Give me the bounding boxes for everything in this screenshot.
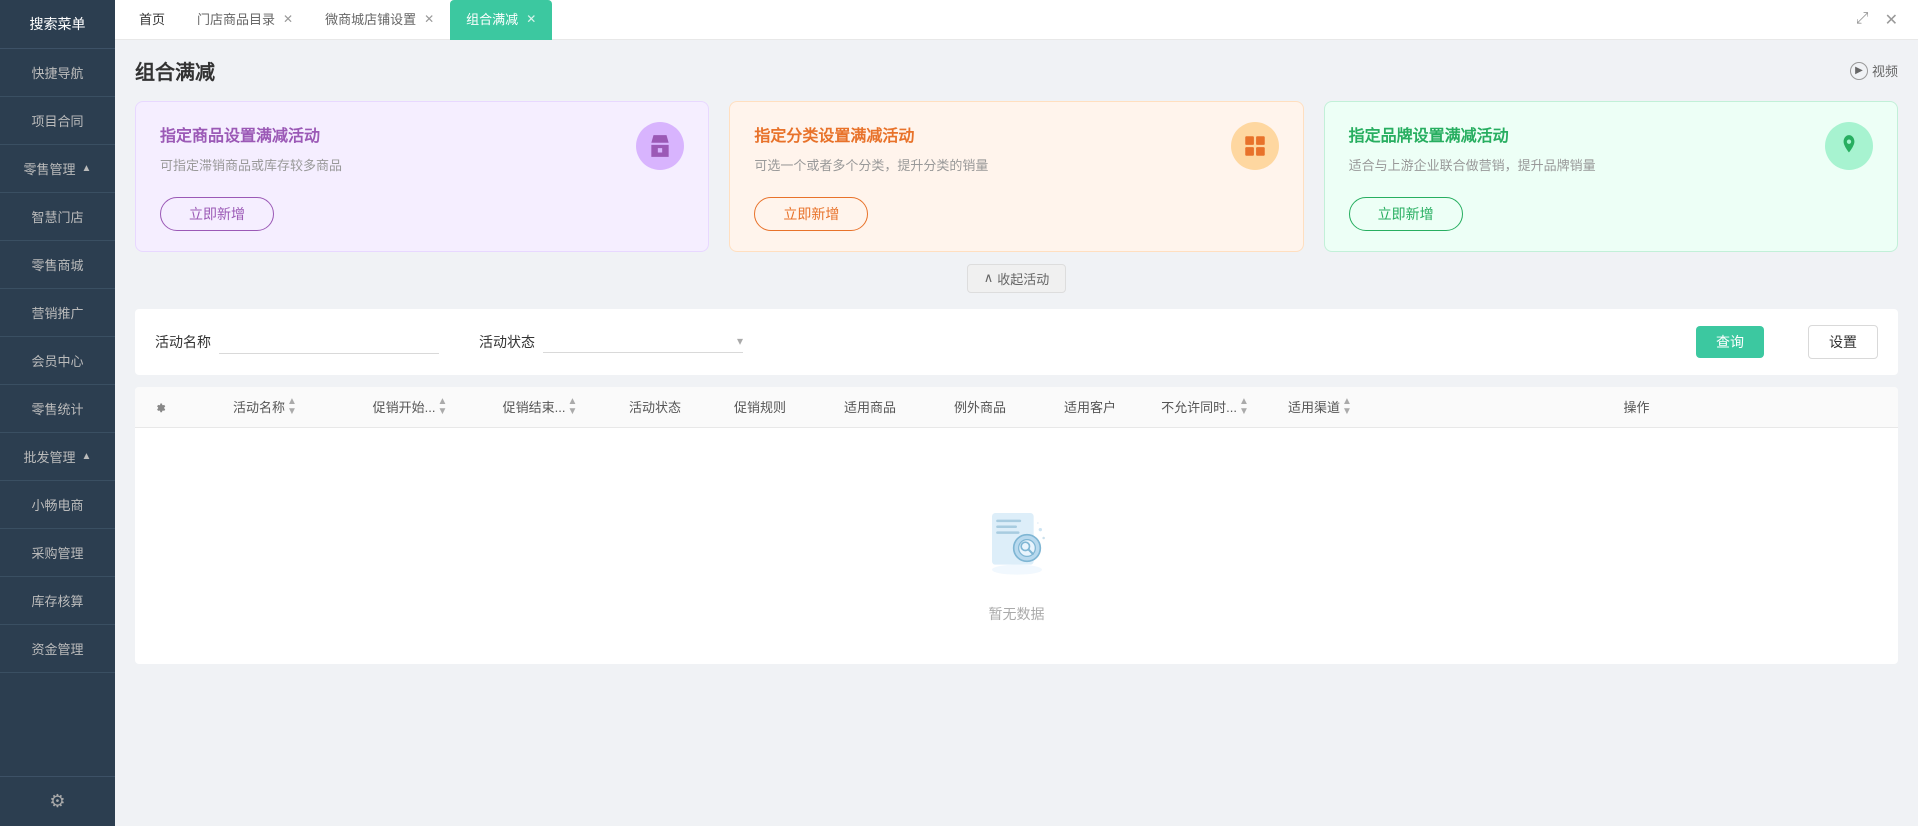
sidebar-item-purchase-mgmt[interactable]: 采购管理 — [0, 529, 115, 577]
window-controls: ⤢ ✕ — [1852, 8, 1910, 32]
filter-name-label: 活动名称 — [155, 332, 211, 352]
sidebar-item-marketing[interactable]: 营销推广 — [0, 289, 115, 337]
card-goods-icon — [636, 122, 684, 170]
th-promo-start[interactable]: 促销开始... ▲▼ — [345, 397, 475, 417]
sidebar-item-retail-mgmt[interactable]: 零售管理 ▲ — [0, 145, 115, 193]
sidebar-settings[interactable]: ⚙ — [0, 776, 115, 826]
filter-status-select[interactable]: ▾ — [543, 330, 743, 353]
tab-bar: 首页 门店商品目录 ✕ 微商城店铺设置 ✕ 组合满减 ✕ ⤢ ✕ — [115, 0, 1918, 40]
query-button[interactable]: 查询 — [1696, 326, 1764, 358]
th-action: 操作 — [1375, 397, 1898, 416]
th-applicable-goods: 适用商品 — [815, 397, 925, 416]
card-brand-title: 指定品牌设置满减活动 — [1349, 122, 1873, 146]
sidebar-item-xiaochang-ecom[interactable]: 小畅电商 — [0, 481, 115, 529]
card-specify-category: 指定分类设置满减活动 可选一个或者多个分类，提升分类的销量 立即新增 — [729, 101, 1303, 252]
filter-activity-name: 活动名称 — [155, 329, 439, 354]
th-applicable-customer: 适用客户 — [1035, 397, 1145, 416]
sidebar-item-finance-mgmt[interactable]: 资金管理 — [0, 625, 115, 673]
th-promo-rule: 促销规则 — [705, 397, 815, 416]
sidebar-search[interactable]: 搜索菜单 — [0, 0, 115, 49]
tab-combo-discount[interactable]: 组合满减 ✕ — [450, 0, 552, 40]
sidebar-item-inventory-calc[interactable]: 库存核算 — [0, 577, 115, 625]
collapse-icon: ∧ — [984, 270, 994, 286]
tab-combo-discount-close[interactable]: ✕ — [526, 12, 536, 26]
setting-button[interactable]: 设置 — [1808, 325, 1878, 359]
empty-state: 暂无数据 — [135, 428, 1898, 664]
gear-icon: ⚙ — [49, 791, 65, 811]
card-category-icon — [1231, 122, 1279, 170]
th-except-goods: 例外商品 — [925, 397, 1035, 416]
empty-text: 暂无数据 — [989, 604, 1045, 624]
filter-status-label: 活动状态 — [479, 332, 535, 352]
tab-store-catalog[interactable]: 门店商品目录 ✕ — [181, 0, 309, 40]
th-activity-name[interactable]: 活动名称 ▲▼ — [185, 397, 345, 417]
sort-notallow-icon: ▲▼ — [1239, 397, 1249, 417]
sidebar-item-retail-stats[interactable]: 零售统计 — [0, 385, 115, 433]
collapse-button[interactable]: ∧ 收起活动 — [967, 264, 1067, 293]
chevron-down-icon: ▾ — [737, 334, 743, 348]
tab-wechat-store-settings-close[interactable]: ✕ — [424, 12, 434, 26]
th-gear[interactable] — [135, 400, 185, 414]
content-area: 组合满减 ▶ 视频 指定商品设置满减活动 可指定滞销商品或库存较多商品 立即新增… — [115, 40, 1918, 826]
card-brand-add-button[interactable]: 立即新增 — [1349, 197, 1463, 231]
sidebar-item-quick-nav[interactable]: 快捷导航 — [0, 49, 115, 97]
sidebar-item-smart-store[interactable]: 智慧门店 — [0, 193, 115, 241]
tab-home[interactable]: 首页 — [123, 0, 181, 40]
card-specify-goods: 指定商品设置满减活动 可指定滞销商品或库存较多商品 立即新增 — [135, 101, 709, 252]
card-category-add-button[interactable]: 立即新增 — [754, 197, 868, 231]
sort-start-icon: ▲▼ — [437, 397, 447, 417]
sidebar-item-member-center[interactable]: 会员中心 — [0, 337, 115, 385]
filter-section: 活动名称 活动状态 ▾ 查询 设置 — [135, 309, 1898, 375]
card-category-desc: 可选一个或者多个分类，提升分类的销量 — [754, 156, 1278, 177]
card-goods-desc: 可指定滞销商品或库存较多商品 — [160, 156, 684, 177]
sidebar: 搜索菜单 快捷导航 项目合同 零售管理 ▲ 智慧门店 零售商城 营销推广 会员中… — [0, 0, 115, 826]
th-not-allow[interactable]: 不允许同时... ▲▼ — [1145, 397, 1265, 417]
page-header: 组合满减 ▶ 视频 — [135, 56, 1898, 85]
retail-mgmt-arrow: ▲ — [82, 163, 92, 174]
sidebar-item-retail-mall[interactable]: 零售商城 — [0, 241, 115, 289]
card-category-title: 指定分类设置满减活动 — [754, 122, 1278, 146]
cards-section: 指定商品设置满减活动 可指定滞销商品或库存较多商品 立即新增 指定分类设置满减活… — [135, 101, 1898, 252]
card-brand-desc: 适合与上游企业联合做营销，提升品牌销量 — [1349, 156, 1873, 177]
filter-activity-status: 活动状态 ▾ — [479, 330, 743, 353]
maximize-button[interactable]: ⤢ — [1852, 8, 1873, 32]
page-title: 组合满减 — [135, 56, 215, 85]
table-section: 活动名称 ▲▼ 促销开始... ▲▼ 促销结束... ▲▼ 活动状态 促销规则 — [135, 387, 1898, 664]
play-icon: ▶ — [1850, 62, 1868, 80]
sidebar-item-project-contract[interactable]: 项目合同 — [0, 97, 115, 145]
card-brand-icon — [1825, 122, 1873, 170]
wholesale-mgmt-arrow: ▲ — [82, 451, 92, 462]
collapse-bar: ∧ 收起活动 — [135, 264, 1898, 293]
empty-illustration — [967, 488, 1067, 588]
tab-store-catalog-close[interactable]: ✕ — [283, 12, 293, 26]
filter-name-input[interactable] — [219, 329, 439, 354]
close-button[interactable]: ✕ — [1881, 8, 1902, 32]
card-goods-title: 指定商品设置满减活动 — [160, 122, 684, 146]
sort-channel-icon: ▲▼ — [1342, 397, 1352, 417]
video-link[interactable]: ▶ 视频 — [1850, 61, 1898, 80]
th-channel[interactable]: 适用渠道 ▲▼ — [1265, 397, 1375, 417]
th-promo-end[interactable]: 促销结束... ▲▼ — [475, 397, 605, 417]
sort-name-icon: ▲▼ — [287, 397, 297, 417]
main-area: 首页 门店商品目录 ✕ 微商城店铺设置 ✕ 组合满减 ✕ ⤢ ✕ 组合满减 ▶ … — [115, 0, 1918, 826]
table-header: 活动名称 ▲▼ 促销开始... ▲▼ 促销结束... ▲▼ 活动状态 促销规则 — [135, 387, 1898, 428]
th-activity-status: 活动状态 — [605, 397, 705, 416]
card-specify-brand: 指定品牌设置满减活动 适合与上游企业联合做营销，提升品牌销量 立即新增 — [1324, 101, 1898, 252]
card-goods-add-button[interactable]: 立即新增 — [160, 197, 274, 231]
tab-wechat-store-settings[interactable]: 微商城店铺设置 ✕ — [309, 0, 450, 40]
sidebar-item-wholesale-mgmt[interactable]: 批发管理 ▲ — [0, 433, 115, 481]
sort-end-icon: ▲▼ — [567, 397, 577, 417]
